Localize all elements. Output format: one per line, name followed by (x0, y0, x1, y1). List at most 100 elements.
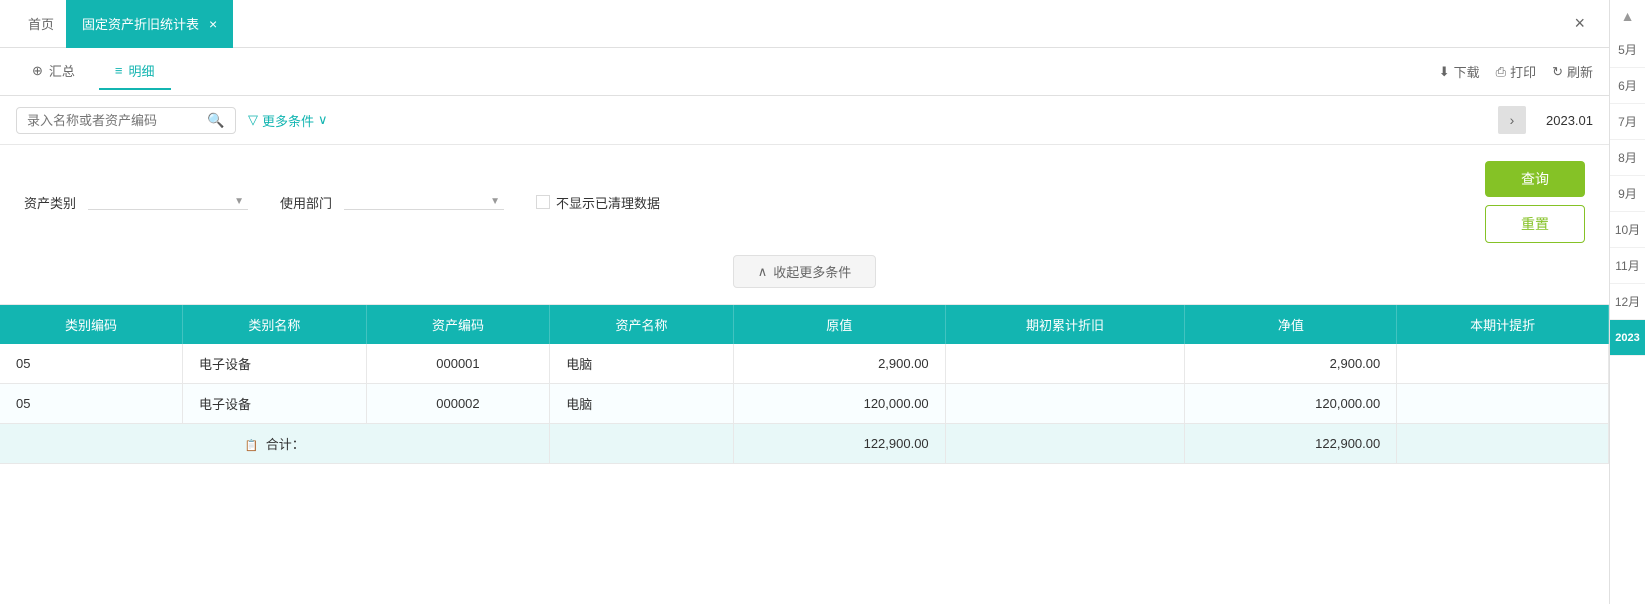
search-input-wrap[interactable]: 🔍 (16, 107, 236, 134)
cell-current (1397, 384, 1609, 424)
filter-action-buttons: 查询 重置 (1485, 161, 1585, 243)
search-bar: 🔍 ▽ 更多条件 ∨ › 2023.01 (0, 96, 1609, 145)
total-original: 122,900.00 (733, 424, 945, 464)
sidebar-month-item[interactable]: 9月 (1610, 176, 1645, 212)
sub-tab-group: ⊕ 汇总 ≡ 明细 (16, 53, 171, 90)
total-label-cell: 📋 合计： (0, 424, 550, 464)
sidebar-month-item[interactable]: 10月 (1610, 212, 1645, 248)
print-icon: ⎙ (1496, 64, 1506, 80)
sidebar-month-item[interactable]: 8月 (1610, 140, 1645, 176)
tab-summary[interactable]: ⊕ 汇总 (16, 53, 91, 90)
summary-icon: ⊕ (32, 63, 43, 79)
nav-tab-close[interactable]: × (209, 16, 217, 32)
tab-detail[interactable]: ≡ 明细 (99, 53, 171, 90)
download-button[interactable]: ⬇ 下载 (1439, 62, 1480, 81)
department-label: 使用部门 (280, 193, 336, 212)
col-header-category-name: 类别名称 (183, 305, 367, 344)
department-select[interactable]: ▼ (344, 194, 504, 210)
reset-button[interactable]: 重置 (1485, 205, 1585, 243)
query-button[interactable]: 查询 (1485, 161, 1585, 197)
sidebar-month-item[interactable]: 6月 (1610, 68, 1645, 104)
date-label: 2023.01 (1546, 113, 1593, 128)
tab-summary-label: 汇总 (49, 61, 75, 80)
total-current (1397, 424, 1609, 464)
sidebar-up-arrow-icon[interactable]: ▲ (1621, 8, 1635, 24)
print-button[interactable]: ⎙ 打印 (1496, 62, 1536, 81)
action-buttons: ⬇ 下载 ⎙ 打印 ↻ 刷新 (1439, 62, 1593, 81)
filter-row-1: 资产类别 ▼ 使用部门 ▼ 不显示已清理数据 查询 重置 (24, 161, 1585, 243)
no-cleared-checkbox-wrap[interactable]: 不显示已清理数据 (536, 193, 660, 212)
sidebar-year-badge[interactable]: 2023 (1610, 320, 1645, 356)
refresh-label: 刷新 (1567, 62, 1593, 81)
cell-accumulated (945, 384, 1185, 424)
sub-tabs-bar: ⊕ 汇总 ≡ 明细 ⬇ 下载 ⎙ 打印 ↻ 刷新 (0, 48, 1609, 96)
no-cleared-label: 不显示已清理数据 (556, 193, 660, 212)
sidebar-month-item[interactable]: 12月 (1610, 284, 1645, 320)
download-icon: ⬇ (1439, 64, 1450, 80)
asset-type-select[interactable]: ▼ (88, 194, 248, 210)
sidebar-month-item[interactable]: 11月 (1610, 248, 1645, 284)
table-row: 05 电子设备 000002 电脑 120,000.00 120,000.00 (0, 384, 1609, 424)
chevron-right-icon: › (1510, 112, 1515, 128)
asset-type-filter: 资产类别 ▼ (24, 193, 248, 212)
collapse-more-label: 收起更多条件 (773, 262, 851, 281)
more-filter-button[interactable]: ▽ 更多条件 ∨ (248, 111, 328, 130)
detail-icon: ≡ (115, 63, 123, 78)
data-table: 类别编码 类别名称 资产编码 资产名称 原值 期初累计折旧 净值 本期计提折 0… (0, 305, 1609, 464)
col-header-category-code: 类别编码 (0, 305, 183, 344)
nav-tab-fixed-assets[interactable]: 固定资产折旧统计表 × (66, 0, 233, 48)
data-table-area: 类别编码 类别名称 资产编码 资产名称 原值 期初累计折旧 净值 本期计提折 0… (0, 305, 1609, 604)
cell-original: 2,900.00 (733, 344, 945, 384)
col-header-asset-name: 资产名称 (550, 305, 734, 344)
global-close-button[interactable]: × (1566, 9, 1593, 38)
sidebar-months: 5月6月7月8月9月10月11月12月2023 (1610, 32, 1645, 356)
search-icon: 🔍 (207, 112, 224, 129)
cell-accumulated (945, 344, 1185, 384)
sidebar-collapse-button[interactable]: › (1498, 106, 1526, 134)
col-header-net: 净值 (1185, 305, 1397, 344)
cell-original: 120,000.00 (733, 384, 945, 424)
total-net: 122,900.00 (1185, 424, 1397, 464)
collapse-more-button[interactable]: ∧ 收起更多条件 (733, 255, 877, 288)
sidebar-top: ▲ (1621, 0, 1635, 32)
sidebar-month-item[interactable]: 7月 (1610, 104, 1645, 140)
chevron-down-icon: ∨ (318, 112, 328, 128)
table-header-row: 类别编码 类别名称 资产编码 资产名称 原值 期初累计折旧 净值 本期计提折 (0, 305, 1609, 344)
right-sidebar: ▲ 5月6月7月8月9月10月11月12月2023 (1609, 0, 1645, 604)
cell-net: 120,000.00 (1185, 384, 1397, 424)
cell-current (1397, 344, 1609, 384)
total-asset-name (550, 424, 734, 464)
col-header-original: 原值 (733, 305, 945, 344)
cell-category-name: 电子设备 (183, 384, 367, 424)
cell-category-name: 电子设备 (183, 344, 367, 384)
department-filter: 使用部门 ▼ (280, 193, 504, 212)
total-label: 合计： (266, 437, 305, 452)
asset-type-arrow-icon: ▼ (234, 196, 244, 207)
col-header-asset-code: 资产编码 (366, 305, 550, 344)
cell-asset-name: 电脑 (550, 384, 734, 424)
collapse-more-wrap: ∧ 收起更多条件 (24, 255, 1585, 288)
search-input[interactable] (27, 113, 207, 128)
top-nav: 首页 固定资产折旧统计表 × × (0, 0, 1609, 48)
cell-asset-code: 000001 (366, 344, 550, 384)
refresh-icon: ↻ (1552, 64, 1563, 80)
table-row: 05 电子设备 000001 电脑 2,900.00 2,900.00 (0, 344, 1609, 384)
col-header-accumulated: 期初累计折旧 (945, 305, 1185, 344)
sidebar-month-item[interactable]: 5月 (1610, 32, 1645, 68)
asset-type-label: 资产类别 (24, 193, 80, 212)
filter-label: 更多条件 (262, 111, 314, 130)
cell-asset-name: 电脑 (550, 344, 734, 384)
table-total-row: 📋 合计： 122,900.00 122,900.00 (0, 424, 1609, 464)
filter-area: 资产类别 ▼ 使用部门 ▼ 不显示已清理数据 查询 重置 (0, 145, 1609, 305)
print-label: 打印 (1510, 62, 1536, 81)
filter-icon: ▽ (248, 112, 258, 128)
nav-tab-label: 固定资产折旧统计表 (82, 14, 199, 33)
collapse-up-icon: ∧ (758, 264, 768, 280)
col-header-current: 本期计提折 (1397, 305, 1609, 344)
nav-home[interactable]: 首页 (16, 14, 66, 33)
total-accumulated (945, 424, 1185, 464)
department-arrow-icon: ▼ (490, 196, 500, 207)
cell-asset-code: 000002 (366, 384, 550, 424)
refresh-button[interactable]: ↻ 刷新 (1552, 62, 1593, 81)
no-cleared-checkbox[interactable] (536, 195, 550, 209)
